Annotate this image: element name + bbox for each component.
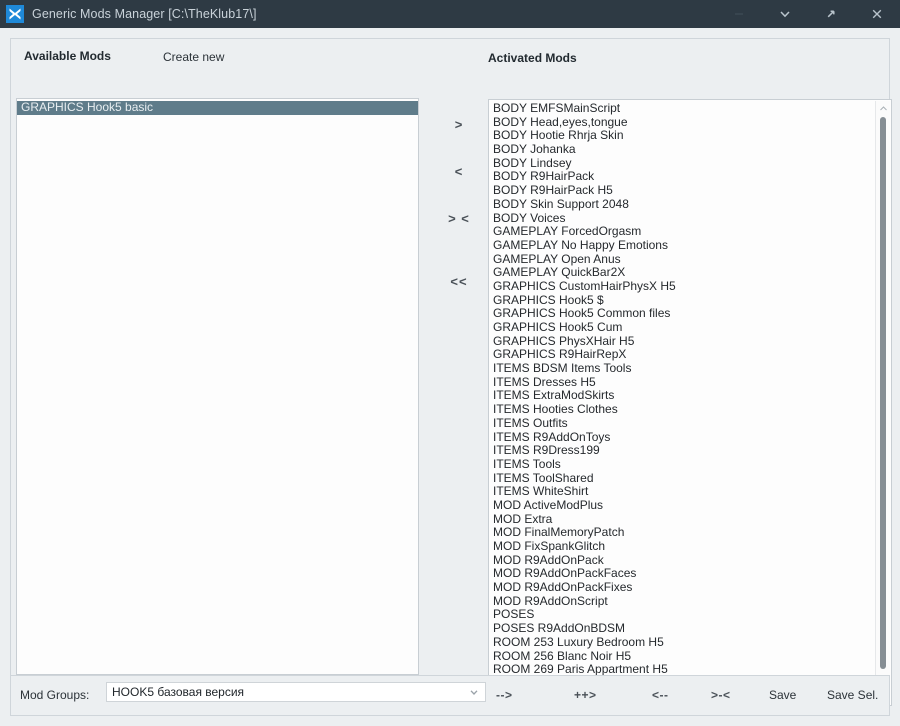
list-item[interactable]: GAMEPLAY No Happy Emotions — [489, 239, 891, 253]
list-item[interactable]: MOD ActiveModPlus — [489, 499, 891, 513]
close-icon[interactable] — [854, 0, 900, 28]
window-controls — [716, 0, 900, 28]
move-right-button[interactable]: > — [433, 117, 485, 132]
bottom-bar: Mod Groups: HOOK5 базовая версия --> ++> <… — [10, 675, 890, 716]
mod-groups-value: HOOK5 базовая версия — [112, 685, 245, 699]
list-item[interactable]: GRAPHICS Hook5 basic — [17, 101, 418, 115]
save-button[interactable]: Save — [769, 688, 796, 702]
list-item[interactable]: MOD R9AddOnPackFaces — [489, 567, 891, 581]
list-item[interactable]: MOD R9AddOnScript — [489, 595, 891, 609]
available-mods-list-inner: GRAPHICS Hook5 basic — [17, 99, 418, 674]
list-item[interactable]: ROOM 256 Blanc Noir H5 — [489, 650, 891, 664]
list-item[interactable]: MOD R9AddOnPack — [489, 554, 891, 568]
available-mods-header: Available Mods — [24, 49, 111, 63]
list-item[interactable]: BODY Hootie Rhrja Skin — [489, 129, 891, 143]
scrollbar-thumb[interactable] — [880, 117, 886, 669]
activated-mods-header: Activated Mods — [488, 51, 577, 65]
create-new-link[interactable]: Create new — [163, 50, 224, 64]
app-x-icon — [6, 5, 24, 23]
minimize-icon[interactable] — [716, 0, 762, 28]
content-frame: Available Mods Create new Activated Mods… — [10, 38, 892, 707]
titlebar: Generic Mods Manager [C:\TheKlub17\] — [0, 0, 900, 28]
list-item[interactable]: ITEMS Dresses H5 — [489, 376, 891, 390]
activated-mods-list-inner: BODY EMFSMainScript BODY Head,eyes,tongue… — [489, 100, 891, 705]
save-selection-button[interactable]: Save Sel. — [827, 688, 878, 702]
add-right-button[interactable]: ++> — [574, 688, 597, 702]
toggle-button[interactable]: >-< — [711, 688, 731, 702]
list-item[interactable]: GRAPHICS Hook5 $ — [489, 294, 891, 308]
list-item[interactable]: ITEMS Outfits — [489, 417, 891, 431]
list-item[interactable]: GAMEPLAY Open Anus — [489, 253, 891, 267]
list-item[interactable]: BODY Voices — [489, 212, 891, 226]
list-item[interactable]: MOD Extra — [489, 513, 891, 527]
list-item[interactable]: BODY R9HairPack H5 — [489, 184, 891, 198]
scroll-up-icon[interactable] — [876, 101, 890, 116]
list-item[interactable]: ITEMS Hooties Clothes — [489, 403, 891, 417]
list-item[interactable]: BODY Skin Support 2048 — [489, 198, 891, 212]
list-item[interactable]: BODY Lindsey — [489, 157, 891, 171]
activated-mods-list[interactable]: BODY EMFSMainScript BODY Head,eyes,tongue… — [488, 99, 892, 706]
list-item[interactable]: GRAPHICS Hook5 Cum — [489, 321, 891, 335]
list-item[interactable]: BODY R9HairPack — [489, 170, 891, 184]
list-item[interactable]: ITEMS BDSM Items Tools — [489, 362, 891, 376]
list-item[interactable]: ITEMS Tools — [489, 458, 891, 472]
mod-groups-label: Mod Groups: — [20, 688, 90, 702]
move-all-left-button[interactable]: << — [433, 274, 485, 289]
activated-list-scrollbar[interactable] — [875, 101, 890, 704]
list-item[interactable]: BODY Johanka — [489, 143, 891, 157]
list-item[interactable]: ITEMS WhiteShirt — [489, 485, 891, 499]
list-item[interactable]: GRAPHICS CustomHairPhysX H5 — [489, 280, 891, 294]
list-item[interactable]: ITEMS ExtraModSkirts — [489, 389, 891, 403]
list-item[interactable]: ITEMS R9Dress199 — [489, 444, 891, 458]
list-item[interactable]: BODY EMFSMainScript — [489, 102, 891, 116]
move-left-button[interactable]: < — [433, 164, 485, 179]
available-mods-list[interactable]: GRAPHICS Hook5 basic — [16, 98, 419, 675]
list-item[interactable]: GRAPHICS Hook5 Common files — [489, 307, 891, 321]
list-item[interactable]: ITEMS ToolShared — [489, 472, 891, 486]
list-item[interactable]: POSES — [489, 608, 891, 622]
shift-left-button[interactable]: <-- — [652, 688, 669, 702]
list-item[interactable]: BODY Head,eyes,tongue — [489, 116, 891, 130]
window-body: Available Mods Create new Activated Mods… — [0, 28, 900, 726]
mod-groups-select[interactable]: HOOK5 базовая версия — [106, 682, 486, 702]
list-item[interactable]: ITEMS R9AddOnToys — [489, 431, 891, 445]
list-item[interactable]: MOD FixSpankGlitch — [489, 540, 891, 554]
shift-right-button[interactable]: --> — [496, 688, 513, 702]
list-item[interactable]: MOD FinalMemoryPatch — [489, 526, 891, 540]
list-item[interactable]: POSES R9AddOnBDSM — [489, 622, 891, 636]
list-item[interactable]: ROOM 253 Luxury Bedroom H5 — [489, 636, 891, 650]
expand-diagonal-icon[interactable] — [808, 0, 854, 28]
list-item[interactable]: GRAPHICS PhysXHair H5 — [489, 335, 891, 349]
list-item[interactable]: GAMEPLAY ForcedOrgasm — [489, 225, 891, 239]
list-item[interactable]: GRAPHICS R9HairRepX — [489, 348, 891, 362]
list-item[interactable]: MOD R9AddOnPackFixes — [489, 581, 891, 595]
list-item[interactable]: GAMEPLAY QuickBar2X — [489, 266, 891, 280]
chevron-down-icon[interactable] — [463, 686, 485, 698]
window-title: Generic Mods Manager [C:\TheKlub17\] — [32, 7, 257, 21]
move-both-button[interactable]: > < — [433, 211, 485, 226]
chevron-down-icon[interactable] — [762, 0, 808, 28]
